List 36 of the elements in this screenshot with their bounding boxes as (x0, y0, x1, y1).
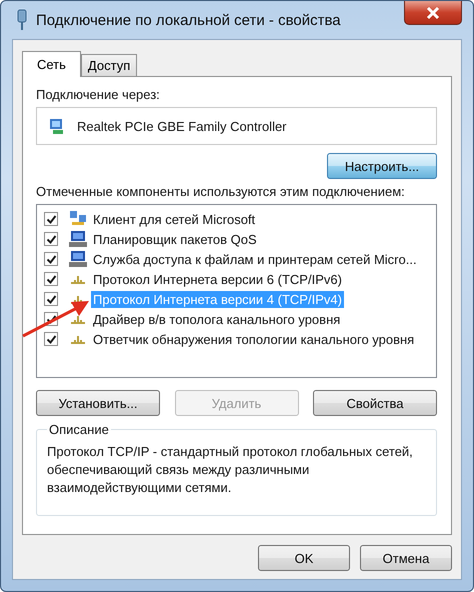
protocol-icon (71, 334, 85, 344)
component-item[interactable]: Ответчик обнаружения топологии канального уровня (91, 330, 416, 348)
close-icon[interactable] (425, 6, 441, 20)
configure-button[interactable]: Настроить... (327, 153, 437, 179)
component-item[interactable]: Драйвер в/в тополога канального уровня (91, 310, 342, 328)
network-computers-icon (68, 210, 88, 228)
component-item[interactable]: Клиент для сетей Microsoft (91, 210, 258, 228)
checkbox[interactable] (44, 212, 58, 226)
dialog-button[interactable]: OK (258, 545, 350, 571)
checkbox[interactable] (44, 272, 58, 286)
network-icon (16, 9, 28, 31)
protocol-icon (71, 314, 85, 324)
components-label: Отмеченные компоненты используются этим подключением: (36, 184, 406, 199)
dialog-button[interactable]: Отмена (360, 545, 452, 571)
description-title: Описание (48, 422, 110, 437)
computer-icon (68, 250, 88, 268)
tab[interactable]: Сеть (22, 51, 81, 77)
window-title: Подключение по локальной сети - свойства (36, 12, 341, 28)
component-button[interactable]: Установить... (36, 390, 160, 416)
protocol-icon (71, 274, 85, 284)
checkbox[interactable] (44, 252, 58, 266)
checkbox[interactable] (44, 232, 58, 246)
checkbox[interactable] (44, 332, 58, 346)
protocol-icon (71, 294, 85, 304)
component-item[interactable]: Планировщик пакетов QoS (91, 230, 259, 248)
component-button[interactable]: Свойства (313, 390, 437, 416)
annotation-arrow (21, 298, 91, 338)
computer-icon (68, 230, 88, 248)
description-text: Протокол TCP/IP - стандартный протокол глобальных сетей, обеспечивающий связь между различными взаимодействующими сетями. (47, 443, 414, 497)
checkbox[interactable] (44, 292, 58, 306)
adapter-field: Realtek PCIe GBE Family Controller (36, 107, 437, 145)
tab[interactable]: Доступ (80, 54, 138, 76)
component-item[interactable]: Служба доступа к файлам и принтерам сетей Micro... (91, 250, 419, 268)
close-button[interactable] (404, 1, 462, 25)
component-item[interactable]: Протокол Интернета версии 6 (TCP/IPv6) (91, 270, 344, 288)
connect-via-label: Подключение через: (36, 87, 161, 102)
